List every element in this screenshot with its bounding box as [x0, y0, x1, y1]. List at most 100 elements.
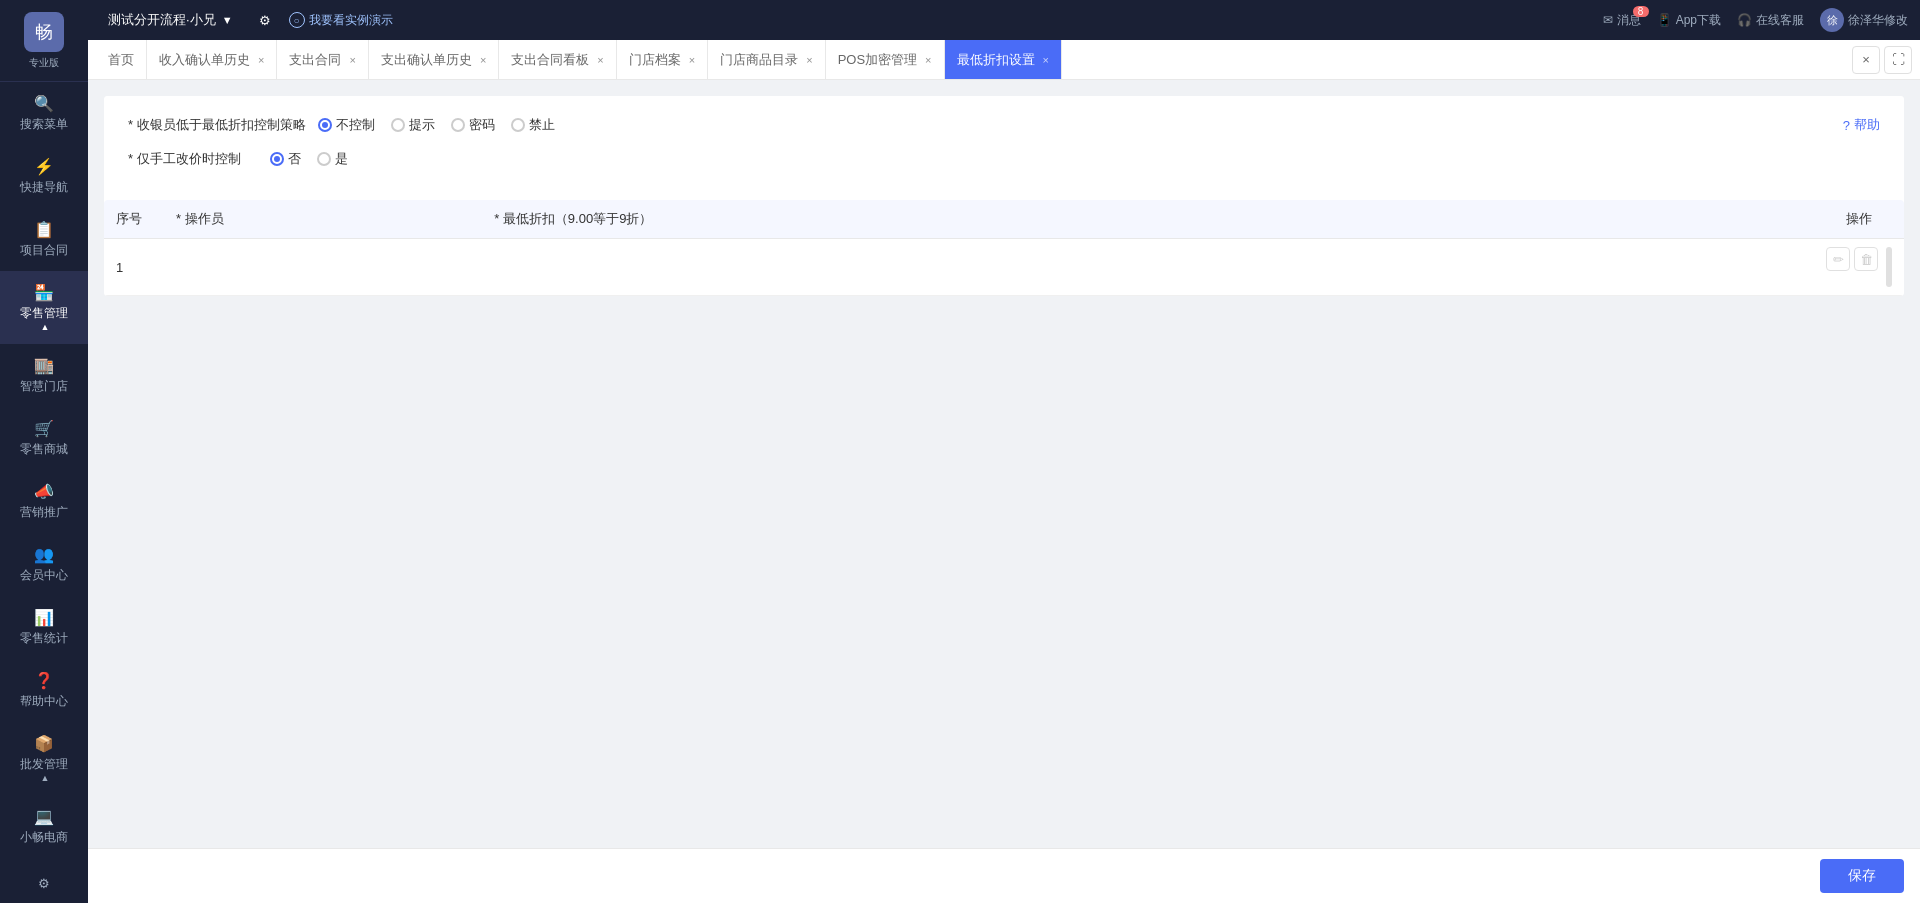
- topbar-online-service[interactable]: 🎧 在线客服: [1737, 12, 1804, 29]
- tabs-close-all-button[interactable]: ×: [1852, 46, 1880, 74]
- settings-icon[interactable]: ⚙: [38, 876, 50, 891]
- topbar-project[interactable]: 测试分开流程·小兄 ▼: [100, 7, 241, 33]
- cell-discount: [482, 239, 1814, 296]
- content: * 收银员低于最低折扣控制策略 不控制 提示: [88, 80, 1920, 848]
- search-icon: 🔍: [34, 94, 54, 113]
- contract-icon: 📋: [34, 220, 54, 239]
- tab-close-icon[interactable]: ×: [597, 54, 603, 66]
- radio-no-control[interactable]: 不控制: [318, 116, 375, 134]
- table-body: 1 ✏ 🗑: [104, 239, 1904, 296]
- tab-label: 首页: [108, 51, 134, 69]
- tab-close-icon[interactable]: ×: [258, 54, 264, 66]
- sidebar-item-label: 快捷导航: [20, 179, 68, 196]
- form-card: * 收银员低于最低折扣控制策略 不控制 提示: [104, 96, 1904, 188]
- tab-close-icon[interactable]: ×: [349, 54, 355, 66]
- radio-no[interactable]: 否: [270, 150, 301, 168]
- logo-icon: 畅: [24, 12, 64, 52]
- cell-seq: 1: [104, 239, 164, 296]
- sidebar-item-contract[interactable]: 📋 项目合同: [0, 208, 88, 271]
- topbar-message[interactable]: ✉ 消息 8: [1603, 12, 1641, 29]
- tab-label: 最低折扣设置: [957, 51, 1035, 69]
- cell-action: ✏ 🗑: [1814, 239, 1904, 296]
- edit-button[interactable]: ✏: [1826, 247, 1850, 271]
- message-badge: 8: [1633, 6, 1649, 17]
- sidebar-item-search[interactable]: 🔍 搜索菜单: [0, 82, 88, 145]
- tab-income-history[interactable]: 收入确认单历史×: [147, 40, 277, 80]
- sidebar-item-retail[interactable]: 🏪 零售管理 ▲: [0, 271, 88, 344]
- table-header-row: 序号 * 操作员 * 最低折扣（9.00等于9折） 操作: [104, 200, 1904, 239]
- radio-yes-input[interactable]: [317, 152, 331, 166]
- online-service-label: 在线客服: [1756, 12, 1804, 29]
- radio-forbid-label: 禁止: [529, 116, 555, 134]
- col-header-action: 操作: [1814, 200, 1904, 239]
- sidebar-item-label: 批发管理: [20, 756, 68, 773]
- sidebar-item-smart-store[interactable]: 🏬 智慧门店: [0, 344, 88, 407]
- tab-store-file[interactable]: 门店档案×: [617, 40, 708, 80]
- radio-no-label: 否: [288, 150, 301, 168]
- topbar-app-download[interactable]: 📱 App下载: [1657, 12, 1721, 29]
- tab-close-icon[interactable]: ×: [689, 54, 695, 66]
- tab-close-icon[interactable]: ×: [806, 54, 812, 66]
- delete-button[interactable]: 🗑: [1854, 247, 1878, 271]
- tab-home[interactable]: 首页: [96, 40, 147, 80]
- tab-min-discount[interactable]: 最低折扣设置 ×: [945, 40, 1062, 80]
- tab-close-icon[interactable]: ×: [925, 54, 931, 66]
- app-download-label: App下载: [1676, 12, 1721, 29]
- radio-remind-label: 提示: [409, 116, 435, 134]
- sidebar: 畅 专业版 🔍 搜索菜单 ⚡ 快捷导航 📋 项目合同 🏪 零售管理 ▲ 🏬 智慧…: [0, 0, 88, 903]
- sidebar-item-label: 帮助中心: [20, 693, 68, 710]
- topbar-right: ✉ 消息 8 📱 App下载 🎧 在线客服 徐 徐泽华修改: [1603, 8, 1908, 32]
- radio-remind[interactable]: 提示: [391, 116, 435, 134]
- tab-payment-contract[interactable]: 支出合同 ×: [277, 40, 368, 80]
- smart-store-icon: 🏬: [34, 356, 54, 375]
- manual-label: * 仅手工改价时控制: [128, 150, 258, 168]
- sidebar-item-quicknav[interactable]: ⚡ 快捷导航: [0, 145, 88, 208]
- sub-arrow-icon: ▲: [41, 773, 50, 783]
- tab-label: 支出合同: [289, 51, 341, 69]
- radio-yes[interactable]: 是: [317, 150, 348, 168]
- sidebar-item-retail-stat[interactable]: 📊 零售统计: [0, 596, 88, 659]
- radio-forbid[interactable]: 禁止: [511, 116, 555, 134]
- tab-close-icon[interactable]: ×: [1043, 54, 1049, 66]
- radio-remind-input[interactable]: [391, 118, 405, 132]
- radio-forbid-input[interactable]: [511, 118, 525, 132]
- content-wrapper: * 收银员低于最低折扣控制策略 不控制 提示: [104, 96, 1904, 296]
- tab-payment-confirm-history[interactable]: 支出确认单历史×: [369, 40, 499, 80]
- topbar-user[interactable]: 徐 徐泽华修改: [1820, 8, 1908, 32]
- table-row: 1 ✏ 🗑: [104, 239, 1904, 296]
- tab-close-icon[interactable]: ×: [480, 54, 486, 66]
- sidebar-item-member[interactable]: 👥 会员中心: [0, 533, 88, 596]
- main: 测试分开流程·小兄 ▼ ⚙ ○ 我要看实例演示 ✉ 消息 8 📱 App下载 🎧…: [88, 0, 1920, 903]
- topbar-settings[interactable]: ⚙: [253, 9, 277, 32]
- help-link[interactable]: ? 帮助: [1843, 116, 1880, 134]
- retail-stat-icon: 📊: [34, 608, 54, 627]
- sidebar-item-marketing[interactable]: 📣 营销推广: [0, 470, 88, 533]
- sidebar-item-label: 搜索菜单: [20, 116, 68, 133]
- retail-icon: 🏪: [34, 283, 54, 302]
- gear-icon: ⚙: [259, 13, 271, 28]
- sidebar-item-label: 小畅电商: [20, 829, 68, 846]
- cell-operator: [164, 239, 482, 296]
- sidebar-item-help[interactable]: ❓ 帮助中心: [0, 659, 88, 722]
- save-button[interactable]: 保存: [1820, 859, 1904, 893]
- tab-payment-contract-board[interactable]: 支出合同看板 ×: [499, 40, 616, 80]
- radio-password[interactable]: 密码: [451, 116, 495, 134]
- tab-store-catalog[interactable]: 门店商品目录×: [708, 40, 825, 80]
- radio-password-input[interactable]: [451, 118, 465, 132]
- radio-no-control-input[interactable]: [318, 118, 332, 132]
- tab-label: 支出合同看板: [511, 51, 589, 69]
- tab-label: POS加密管理: [838, 51, 917, 69]
- sidebar-item-online-store[interactable]: 🛒 零售商城: [0, 407, 88, 470]
- manual-radio-group: 否 是: [270, 150, 348, 168]
- sidebar-item-ecommerce[interactable]: 💻 小畅电商: [0, 795, 88, 858]
- tabs-bar-end: × ⛶: [1852, 46, 1912, 74]
- tab-pos-encrypt[interactable]: POS加密管理 ×: [826, 40, 945, 80]
- col-header-operator: * 操作员: [164, 200, 482, 239]
- sidebar-item-wholesale[interactable]: 📦 批发管理 ▲: [0, 722, 88, 795]
- radio-no-input[interactable]: [270, 152, 284, 166]
- topbar-demo[interactable]: ○ 我要看实例演示: [289, 12, 393, 29]
- tabs-fullscreen-button[interactable]: ⛶: [1884, 46, 1912, 74]
- sidebar-settings[interactable]: ⚙: [34, 864, 54, 903]
- user-avatar: 徐: [1820, 8, 1844, 32]
- online-store-icon: 🛒: [34, 419, 54, 438]
